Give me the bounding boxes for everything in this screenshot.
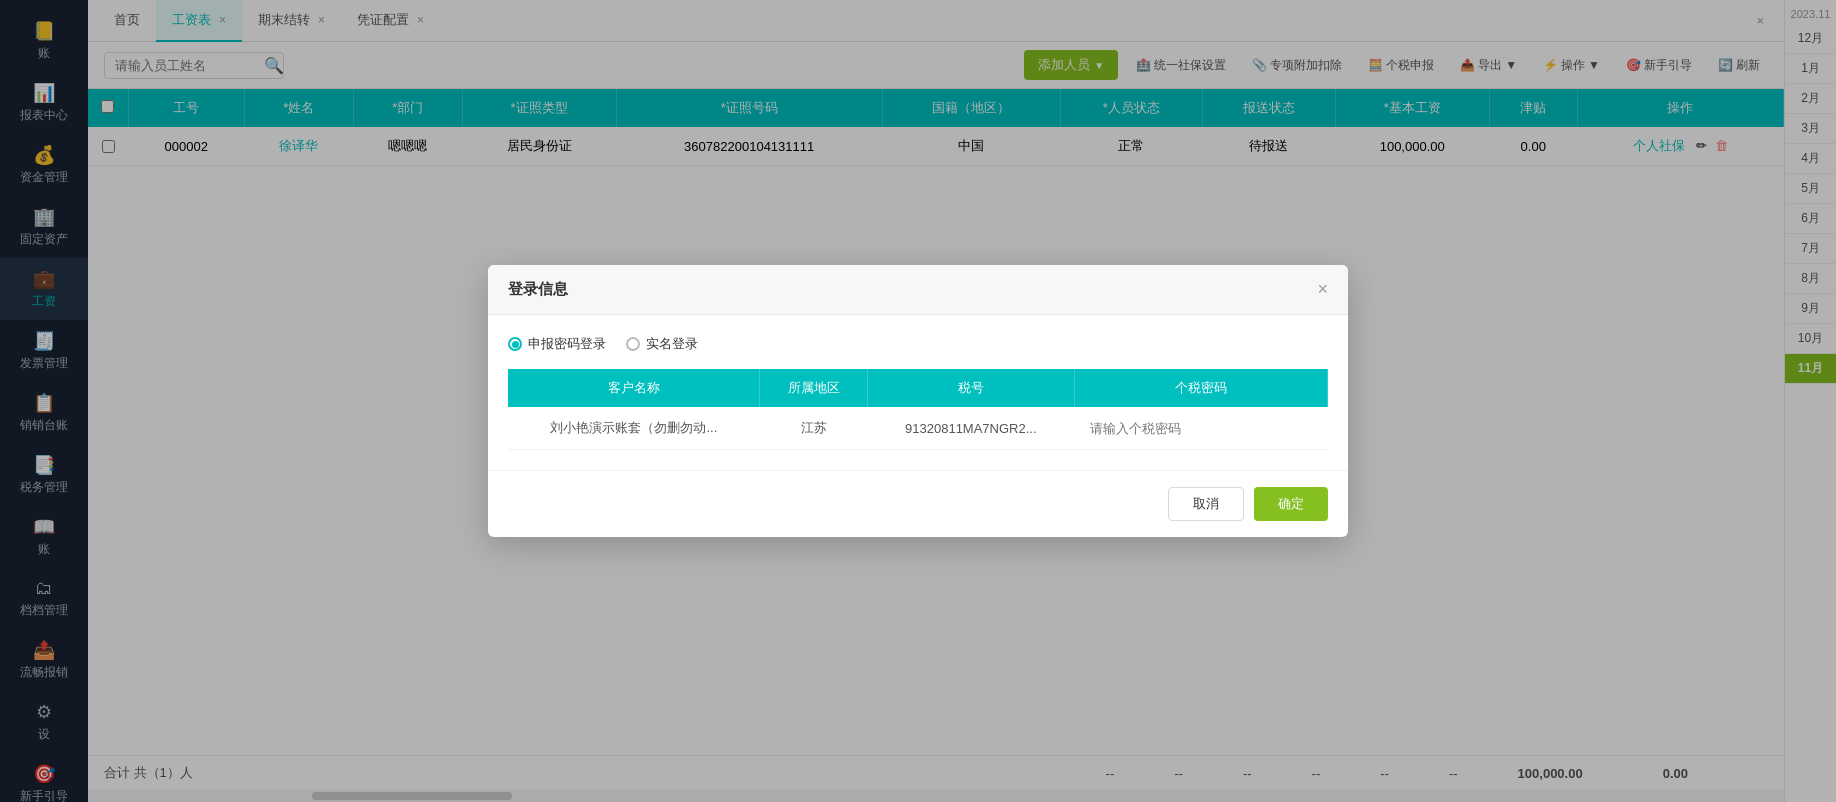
dialog-col-client: 客户名称 xyxy=(508,369,760,407)
dialog-table-row: 刘小艳演示账套（勿删勿动... 江苏 91320811MA7NGR2... xyxy=(508,407,1328,450)
password-input[interactable] xyxy=(1090,421,1311,436)
dialog-title: 登录信息 xyxy=(508,280,568,299)
confirm-button[interactable]: 确定 xyxy=(1254,487,1328,521)
radio-group: 申报密码登录 实名登录 xyxy=(508,335,1328,353)
dialog-header: 登录信息 × xyxy=(488,265,1348,315)
dialog-table: 客户名称 所属地区 税号 个税密码 刘小艳演示账套（勿删勿动... 江苏 913… xyxy=(508,369,1328,450)
radio-password-login[interactable]: 申报密码登录 xyxy=(508,335,606,353)
dialog-overlay: 登录信息 × 申报密码登录 实名登录 xyxy=(0,0,1836,802)
dialog-password-cell[interactable] xyxy=(1074,407,1327,450)
dialog-col-region: 所属地区 xyxy=(760,369,868,407)
cancel-button[interactable]: 取消 xyxy=(1168,487,1244,521)
dialog-col-password: 个税密码 xyxy=(1074,369,1327,407)
dialog-footer: 取消 确定 xyxy=(488,470,1348,537)
radio-btn-unchecked[interactable] xyxy=(626,337,640,351)
dialog-body: 申报密码登录 实名登录 客户名称 所属地区 税号 个税密码 xyxy=(488,315,1348,470)
radio-btn-checked[interactable] xyxy=(508,337,522,351)
dialog-client-name: 刘小艳演示账套（勿删勿动... xyxy=(508,407,760,450)
dialog-close-btn[interactable]: × xyxy=(1317,279,1328,300)
dialog-col-tax-no: 税号 xyxy=(867,369,1074,407)
dialog-tax-no: 91320811MA7NGR2... xyxy=(867,407,1074,450)
dialog-region: 江苏 xyxy=(760,407,868,450)
radio-realname-login[interactable]: 实名登录 xyxy=(626,335,698,353)
login-dialog: 登录信息 × 申报密码登录 实名登录 xyxy=(488,265,1348,537)
